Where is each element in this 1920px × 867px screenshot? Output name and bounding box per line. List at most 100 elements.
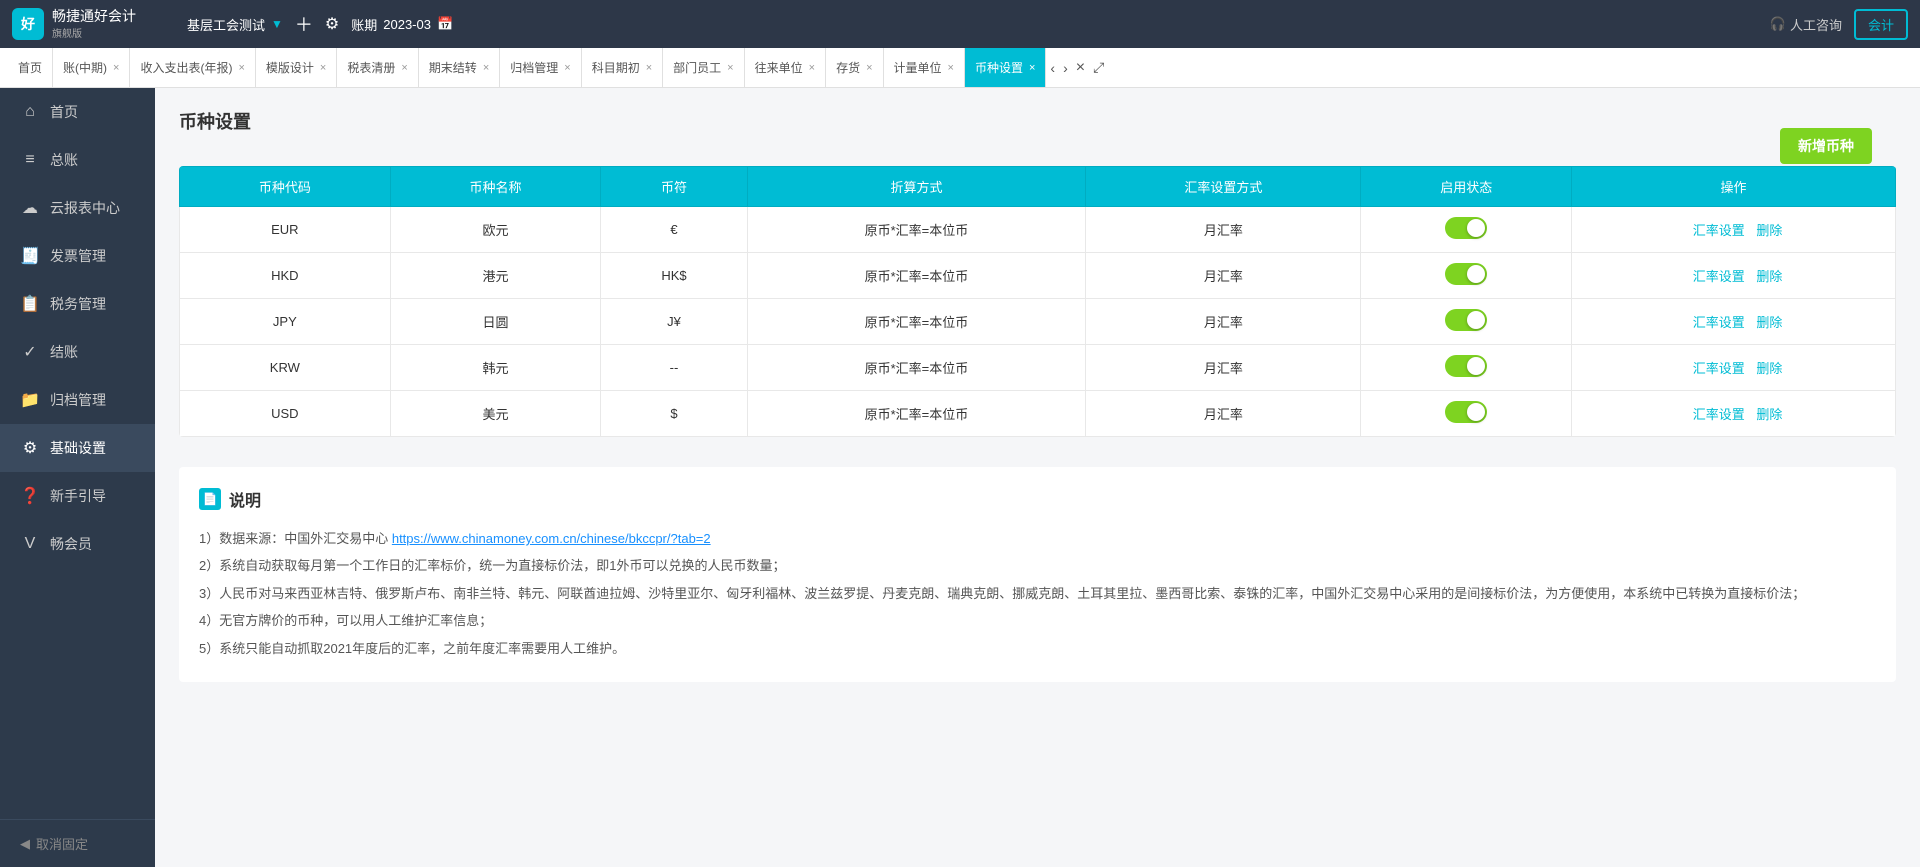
add-tab-button[interactable]: ＋ (295, 11, 313, 37)
tab-contacts[interactable]: 往来单位 × (745, 48, 826, 88)
tab-closing[interactable]: 期末结转 × (419, 48, 500, 88)
toggle-2[interactable] (1445, 309, 1487, 331)
cloud-icon: ☁ (20, 198, 40, 218)
toggle-3[interactable] (1445, 355, 1487, 377)
notes-title-text: 说明 (229, 487, 261, 511)
cell-status-2 (1361, 299, 1572, 345)
tab-expand-button[interactable]: ⤢ (1089, 59, 1108, 76)
cell-rate-type-1: 月汇率 (1086, 253, 1361, 299)
settings-gear-button[interactable]: ⚙ (325, 14, 339, 34)
period-value: 2023-03 (383, 17, 431, 32)
tab-subjects-close[interactable]: × (646, 62, 652, 74)
tab-archive-label: 归档管理 (510, 59, 558, 76)
delete-link-4[interactable]: 删除 (1756, 407, 1782, 422)
headset-icon: 🎧 (1770, 16, 1786, 32)
company-dropdown-icon: ▼ (271, 17, 283, 31)
sidebar-item-member-label: 畅会员 (50, 534, 92, 554)
calendar-icon[interactable]: 📅 (437, 16, 453, 32)
tab-close-all-button[interactable]: × (1072, 59, 1089, 77)
toggle-4[interactable] (1445, 401, 1487, 423)
tab-ledger[interactable]: 账(中期) × (53, 48, 130, 88)
tab-home[interactable]: 首页 (8, 48, 53, 88)
delete-link-3[interactable]: 删除 (1756, 361, 1782, 376)
toggle-thumb-3 (1467, 357, 1485, 375)
rate-settings-link-0[interactable]: 汇率设置 (1693, 223, 1745, 238)
new-currency-button[interactable]: 新增币种 (1780, 128, 1872, 164)
toggle-0[interactable] (1445, 217, 1487, 239)
sidebar-item-ledger[interactable]: ≡ 总账 (0, 136, 155, 184)
notes-link[interactable]: https://www.chinamoney.com.cn/chinese/bk… (392, 531, 711, 546)
delete-link-0[interactable]: 删除 (1756, 223, 1782, 238)
sidebar-item-reports[interactable]: ☁ 云报表中心 (0, 184, 155, 232)
rate-settings-link-1[interactable]: 汇率设置 (1693, 269, 1745, 284)
rate-settings-link-4[interactable]: 汇率设置 (1693, 407, 1745, 422)
toggle-1[interactable] (1445, 263, 1487, 285)
rate-settings-link-3[interactable]: 汇率设置 (1693, 361, 1745, 376)
col-symbol: 币符 (601, 167, 747, 207)
col-rate-type: 汇率设置方式 (1086, 167, 1361, 207)
title-row: 币种设置 新增币种 (179, 108, 1896, 150)
account-button[interactable]: 会计 (1854, 9, 1908, 40)
tab-closing-close[interactable]: × (483, 62, 489, 74)
delete-link-1[interactable]: 删除 (1756, 269, 1782, 284)
sidebar-item-invoice[interactable]: 🧾 发票管理 (0, 232, 155, 280)
rate-settings-link-2[interactable]: 汇率设置 (1693, 315, 1745, 330)
help-button[interactable]: 🎧 人工咨询 (1770, 15, 1842, 34)
logo-text: 畅捷通好会计 (52, 8, 136, 25)
tab-archive-close[interactable]: × (564, 62, 570, 74)
table-row: JPY 日圆 J¥ 原币*汇率=本位币 月汇率 汇率设置 删除 (180, 299, 1896, 345)
tab-units-close[interactable]: × (948, 62, 954, 74)
logo-icon: 好 (12, 8, 44, 40)
sidebar-item-guide[interactable]: ❓ 新手引导 (0, 472, 155, 520)
company-selector[interactable]: 基层工会测试 ▼ (187, 15, 283, 34)
cell-status-1 (1361, 253, 1572, 299)
tab-dept-close[interactable]: × (727, 62, 733, 74)
tab-tax-close[interactable]: × (401, 62, 407, 74)
sidebar-item-archive[interactable]: 📁 归档管理 (0, 376, 155, 424)
tab-inventory-label: 存货 (836, 59, 860, 76)
tab-next-button[interactable]: › (1059, 60, 1072, 76)
cell-method-1: 原币*汇率=本位币 (747, 253, 1086, 299)
tab-template-close[interactable]: × (320, 62, 326, 74)
col-actions: 操作 (1572, 167, 1896, 207)
table-row: USD 美元 $ 原币*汇率=本位币 月汇率 汇率设置 删除 (180, 391, 1896, 437)
tab-subjects[interactable]: 科目期初 × (582, 48, 663, 88)
cell-status-4 (1361, 391, 1572, 437)
sidebar-item-home[interactable]: ⌂ 首页 (0, 88, 155, 136)
sidebar-item-closing[interactable]: ✓ 结账 (0, 328, 155, 376)
cell-rate-type-0: 月汇率 (1086, 207, 1361, 253)
cell-name-0: 欧元 (390, 207, 601, 253)
tab-tax[interactable]: 税表清册 × (337, 48, 418, 88)
sidebar-item-settings[interactable]: ⚙ 基础设置 (0, 424, 155, 472)
tab-archive[interactable]: 归档管理 × (500, 48, 581, 88)
table-header-row: 币种代码 币种名称 币符 折算方式 汇率设置方式 启用状态 操作 (180, 167, 1896, 207)
sidebar-pin-toggle[interactable]: ◀ 取消固定 (0, 819, 155, 867)
tab-ledger-close[interactable]: × (113, 62, 119, 74)
tab-inventory-close[interactable]: × (866, 62, 872, 74)
col-name: 币种名称 (390, 167, 601, 207)
tab-currency[interactable]: 币种设置 × (965, 48, 1046, 88)
delete-link-2[interactable]: 删除 (1756, 315, 1782, 330)
sidebar-item-member[interactable]: V 畅会员 (0, 520, 155, 568)
tab-inventory[interactable]: 存货 × (826, 48, 883, 88)
tab-income-close[interactable]: × (238, 62, 244, 74)
cell-rate-type-2: 月汇率 (1086, 299, 1361, 345)
cell-code-0: EUR (180, 207, 391, 253)
toggle-thumb-4 (1467, 403, 1485, 421)
table-row: EUR 欧元 € 原币*汇率=本位币 月汇率 汇率设置 删除 (180, 207, 1896, 253)
cell-name-3: 韩元 (390, 345, 601, 391)
cell-actions-1: 汇率设置 删除 (1572, 253, 1896, 299)
tab-units[interactable]: 计量单位 × (884, 48, 965, 88)
sidebar-item-settings-label: 基础设置 (50, 438, 106, 458)
table-row: KRW 韩元 -- 原币*汇率=本位币 月汇率 汇率设置 删除 (180, 345, 1896, 391)
cell-actions-2: 汇率设置 删除 (1572, 299, 1896, 345)
tab-currency-close[interactable]: × (1029, 62, 1035, 74)
tab-contacts-close[interactable]: × (809, 62, 815, 74)
toggle-track-1 (1445, 263, 1487, 285)
tab-dept[interactable]: 部门员工 × (663, 48, 744, 88)
tab-template[interactable]: 模版设计 × (256, 48, 337, 88)
tab-income[interactable]: 收入支出表(年报) × (130, 48, 255, 88)
tab-prev-button[interactable]: ‹ (1046, 60, 1059, 76)
tax-icon: 📋 (20, 294, 40, 314)
sidebar-item-tax[interactable]: 📋 税务管理 (0, 280, 155, 328)
